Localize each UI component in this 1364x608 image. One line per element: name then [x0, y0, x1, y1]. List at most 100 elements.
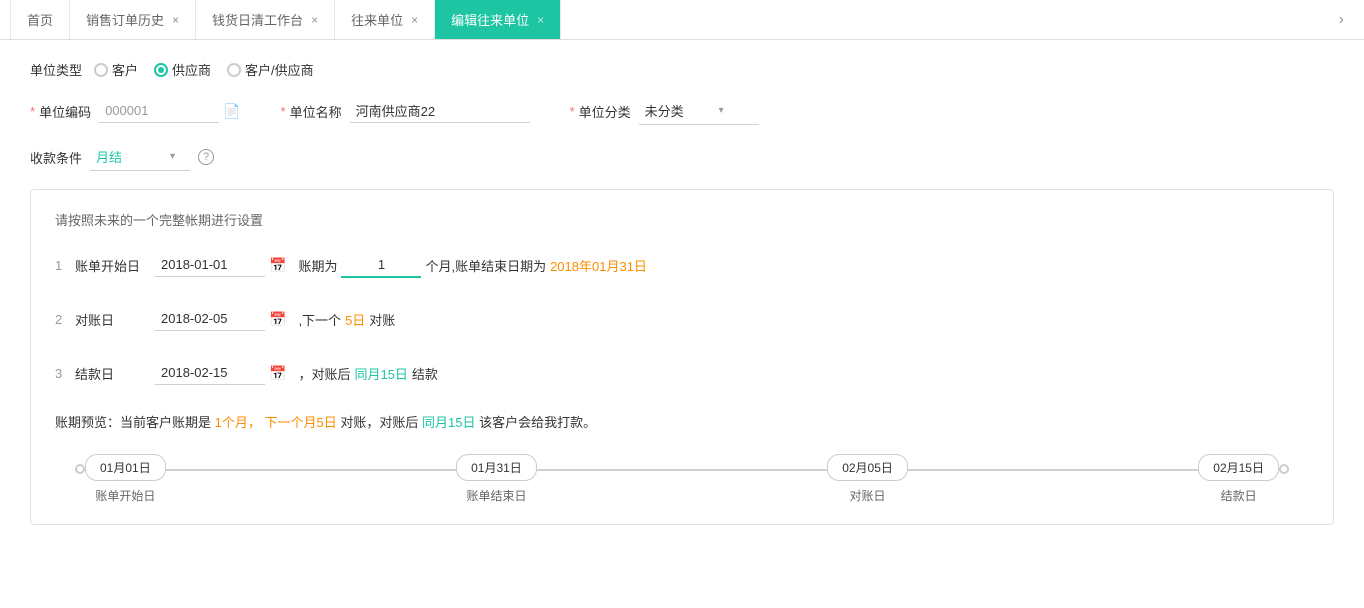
reconcile-date-input[interactable] — [155, 307, 265, 331]
row-num-3: 3 — [55, 366, 75, 381]
row-label-3: 结款日 — [75, 364, 155, 383]
timeline-start-dot — [75, 464, 85, 474]
setting-row-3: 3 结款日 📅 ，对账后 同月15日 结款 — [55, 357, 1309, 389]
unit-type-row: 单位类型 客户 供应商 客户/供应商 — [30, 60, 1334, 79]
timeline-nodes: 01月01日 账单开始日 01月31日 账单结束日 02月05日 对账日 02月… — [85, 454, 1279, 504]
preview-end: 该客户会给我打款。 — [479, 415, 596, 430]
row-2-desc: ,下一个 5日 对账 — [298, 310, 395, 329]
timeline-badge-1: 01月31日 — [456, 454, 537, 481]
payment-terms-row: 收款条件 月结 ▾ ? — [30, 143, 1334, 171]
panel-description: 请按照未来的一个完整帐期进行设置 — [55, 210, 1309, 229]
radio-customer-label: 客户 — [112, 60, 138, 79]
preview-text: 账期预览：当前客户账期是 1个月， 下一个月5日 对账，对账后 同月15日 该客… — [55, 411, 1309, 434]
payment-terms-arrow[interactable]: ▾ — [170, 151, 175, 162]
reconcile-date-cal-icon[interactable]: 📅 — [269, 311, 286, 328]
row-3-desc-suffix: 结款 — [412, 364, 438, 383]
unit-fields-row: * 单位编码 📄 * 单位名称 * 单位分类 未分类 ▾ — [30, 97, 1334, 125]
payment-date-cal-icon[interactable]: 📅 — [269, 365, 286, 382]
radio-customer-circle — [94, 63, 108, 77]
settings-panel: 请按照未来的一个完整帐期进行设置 1 账单开始日 📅 账期为 个月,账单结束日期… — [30, 189, 1334, 525]
radio-supplier-label: 供应商 — [172, 60, 211, 79]
radio-customer[interactable]: 客户 — [94, 60, 138, 79]
unit-type-label: 单位类型 — [30, 60, 82, 79]
payment-terms-value: 月结 — [90, 143, 170, 170]
period-input[interactable] — [341, 253, 421, 278]
radio-supplier[interactable]: 供应商 — [154, 60, 211, 79]
page-content: 单位类型 客户 供应商 客户/供应商 * 单位编码 📄 * 单位名称 — [0, 40, 1364, 608]
tab-cash-workbench-label: 钱货日清工作台 — [212, 10, 303, 29]
timeline-node-3: 02月15日 结款日 — [1198, 454, 1279, 504]
start-date-input[interactable] — [155, 253, 265, 277]
tab-sales-history[interactable]: 销售订单历史 × — [70, 0, 196, 39]
payment-terms-help[interactable]: ? — [198, 149, 214, 165]
tab-cash-workbench[interactable]: 钱货日清工作台 × — [196, 0, 335, 39]
preview-middle: 对账，对账后 — [340, 415, 418, 430]
tabs-more-arrow[interactable]: › — [1329, 11, 1354, 29]
row-3-desc-prefix: ，对账后 — [298, 364, 350, 383]
unit-code-input[interactable] — [99, 99, 219, 123]
tab-sales-history-close[interactable]: × — [172, 13, 179, 27]
setting-row-2: 2 对账日 📅 ,下一个 5日 对账 — [55, 303, 1309, 335]
unit-name-input[interactable] — [350, 99, 530, 123]
timeline-node-2: 02月05日 对账日 — [827, 454, 908, 504]
timeline-node-0: 01月01日 账单开始日 — [85, 454, 166, 504]
tabs-bar: 首页 销售订单历史 × 钱货日清工作台 × 往来单位 × 编辑往来单位 × › — [0, 0, 1364, 40]
start-date-cal-icon[interactable]: 📅 — [269, 257, 286, 274]
tab-sales-history-label: 销售订单历史 — [86, 10, 164, 29]
tab-home[interactable]: 首页 — [10, 0, 70, 39]
row-label-1: 账单开始日 — [75, 256, 155, 275]
tab-partner-label: 往来单位 — [351, 10, 403, 29]
row-1-desc: 账期为 个月,账单结束日期为 2018年01月31日 — [298, 253, 646, 278]
radio-both-circle — [227, 63, 241, 77]
row-1-end-date: 2018年01月31日 — [550, 256, 647, 275]
row-2-desc-prefix: ,下一个 — [298, 310, 341, 329]
unit-name-label: 单位名称 — [290, 102, 342, 121]
unit-category-label: 单位分类 — [579, 102, 631, 121]
unit-name-star: * — [281, 104, 286, 119]
tab-edit-partner[interactable]: 编辑往来单位 × — [435, 0, 561, 39]
timeline-label-2: 对账日 — [850, 487, 886, 504]
timeline-label-0: 账单开始日 — [95, 487, 155, 504]
preview-reconcile: 下一个月5日 — [265, 415, 337, 430]
tab-edit-partner-close[interactable]: × — [537, 13, 544, 27]
row-num-1: 1 — [55, 258, 75, 273]
preview-label: 账期预览：当前客户账期是 — [55, 415, 211, 430]
timeline-badge-2: 02月05日 — [827, 454, 908, 481]
radio-supplier-circle — [154, 63, 168, 77]
row-2-highlight: 5日 — [345, 310, 365, 329]
timeline-node-1: 01月31日 账单结束日 — [456, 454, 537, 504]
unit-code-icon[interactable]: 📄 — [223, 103, 240, 120]
preview-payment: 同月15日 — [422, 415, 475, 430]
timeline-badge-0: 01月01日 — [85, 454, 166, 481]
tab-partner[interactable]: 往来单位 × — [335, 0, 435, 39]
tab-partner-close[interactable]: × — [411, 13, 418, 27]
unit-type-radio-group: 客户 供应商 客户/供应商 — [94, 60, 314, 79]
radio-both[interactable]: 客户/供应商 — [227, 60, 314, 79]
tab-edit-partner-label: 编辑往来单位 — [451, 10, 529, 29]
unit-category-arrow[interactable]: ▾ — [719, 105, 724, 116]
timeline-wrapper: 01月01日 账单开始日 01月31日 账单结束日 02月05日 对账日 02月… — [55, 454, 1309, 504]
radio-both-label: 客户/供应商 — [245, 60, 314, 79]
row-label-2: 对账日 — [75, 310, 155, 329]
preview-period: 1个月， — [215, 415, 261, 430]
timeline-label-3: 结款日 — [1221, 487, 1257, 504]
unit-category-star: * — [570, 104, 575, 119]
timeline-end-dot — [1279, 464, 1289, 474]
timeline-label-1: 账单结束日 — [466, 487, 526, 504]
row-2-desc-suffix: 对账 — [369, 310, 395, 329]
unit-category-dropdown[interactable]: 未分类 ▾ — [639, 97, 759, 125]
unit-code-group: * 单位编码 📄 — [30, 99, 241, 123]
row-num-2: 2 — [55, 312, 75, 327]
unit-category-group: * 单位分类 未分类 ▾ — [570, 97, 759, 125]
unit-name-group: * 单位名称 — [281, 99, 530, 123]
payment-terms-dropdown[interactable]: 月结 ▾ — [90, 143, 190, 171]
unit-category-value: 未分类 — [639, 97, 719, 124]
tab-home-label: 首页 — [27, 10, 53, 29]
tab-cash-workbench-close[interactable]: × — [311, 13, 318, 27]
row-3-desc: ，对账后 同月15日 结款 — [298, 364, 438, 383]
row-3-highlight: 同月15日 — [354, 364, 407, 383]
setting-row-1: 1 账单开始日 📅 账期为 个月,账单结束日期为 2018年01月31日 — [55, 249, 1309, 281]
payment-date-input[interactable] — [155, 361, 265, 385]
payment-terms-label: 收款条件 — [30, 148, 82, 167]
unit-code-star: * — [30, 104, 35, 119]
